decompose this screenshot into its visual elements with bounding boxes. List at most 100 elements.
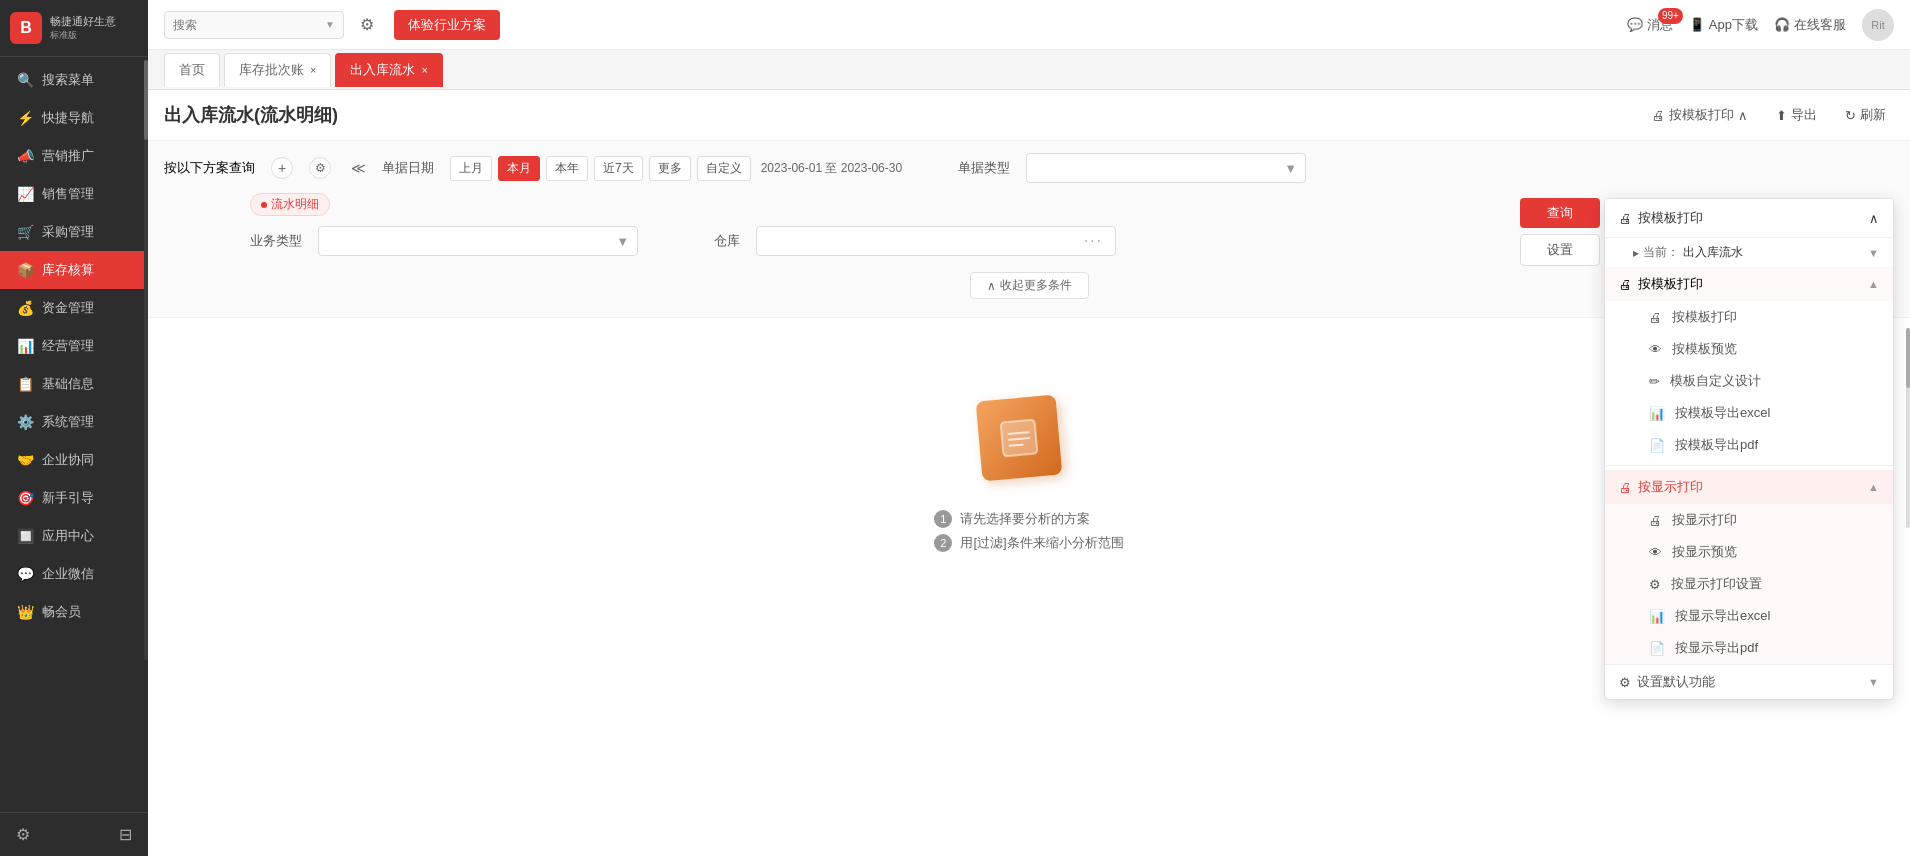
template-print-section[interactable]: 🖨 按模板打印 ▲ xyxy=(1605,267,1893,301)
set-default-icon: ⚙ xyxy=(1619,675,1631,690)
date-btn-last-month[interactable]: 上月 xyxy=(450,156,492,181)
tab-batch-account[interactable]: 库存批次账 × xyxy=(224,53,331,87)
current-badge-icon: ▸ xyxy=(1633,246,1639,260)
date-btn-this-year[interactable]: 本年 xyxy=(546,156,588,181)
sidebar-logo-info: 畅捷通好生意 标准版 xyxy=(50,14,116,42)
sidebar-item-operation[interactable]: 📊 经营管理 xyxy=(0,327,148,365)
print-action-btn[interactable]: 🖨 按模板打印 ∧ xyxy=(1644,102,1756,128)
settings-icon[interactable]: ⚙ xyxy=(16,825,30,844)
collapse-button[interactable]: ∧ 收起更多条件 xyxy=(970,272,1089,299)
empty-icon-container xyxy=(979,398,1079,498)
template-preview-item[interactable]: 👁 按模板预览 xyxy=(1605,333,1893,365)
sidebar-item-enterprise[interactable]: 🤝 企业协同 xyxy=(0,441,148,479)
display-print-section[interactable]: 🖨 按显示打印 ▲ xyxy=(1605,470,1893,504)
trial-button[interactable]: 体验行业方案 xyxy=(394,10,500,40)
refresh-action-btn[interactable]: ↻ 刷新 xyxy=(1837,102,1894,128)
doc-type-select[interactable]: ▼ xyxy=(1026,153,1306,183)
sidebar-item-marketing[interactable]: 📣 营销推广 xyxy=(0,137,148,175)
sidebar-item-inventory[interactable]: 📦 库存核算 xyxy=(0,251,148,289)
header-gear-icon[interactable]: ⚙ xyxy=(360,15,374,34)
sidebar-item-system[interactable]: ⚙️ 系统管理 xyxy=(0,403,148,441)
user-avatar[interactable]: Rit xyxy=(1862,9,1894,41)
template-design-item[interactable]: ✏ 模板自定义设计 xyxy=(1605,365,1893,397)
search-dropdown-icon: ▼ xyxy=(325,19,335,30)
date-filter-label: 单据日期 xyxy=(382,159,434,177)
filter-active-tag[interactable]: 流水明细 xyxy=(250,193,330,216)
display-print-item[interactable]: 🖨 按显示打印 xyxy=(1605,504,1893,536)
sidebar-item-app-center[interactable]: 🔲 应用中心 xyxy=(0,517,148,555)
set-default-row[interactable]: ⚙ 设置默认功能 ▼ xyxy=(1605,664,1893,699)
filter-setting-button[interactable]: ⚙ xyxy=(309,157,331,179)
biz-type-select[interactable]: ▼ xyxy=(318,226,638,256)
enterprise-wechat-icon: 💬 xyxy=(16,565,34,583)
date-btn-more[interactable]: 更多 xyxy=(649,156,691,181)
query-button[interactable]: 查询 xyxy=(1520,198,1600,228)
sidebar-item-member[interactable]: 👑 畅会员 xyxy=(0,593,148,631)
export-label: 导出 xyxy=(1791,106,1817,124)
hint-2-num: 2 xyxy=(934,534,952,552)
filter-collapse-button[interactable]: ≪ xyxy=(351,160,366,176)
sidebar-item-basic[interactable]: 📋 基础信息 xyxy=(0,365,148,403)
tab-flow[interactable]: 出入库流水 × xyxy=(335,53,442,87)
sidebar-item-quick-nav[interactable]: ⚡ 快捷导航 xyxy=(0,99,148,137)
sidebar-item-finance[interactable]: 💰 资金管理 xyxy=(0,289,148,327)
print-icon: 🖨 xyxy=(1652,108,1665,123)
header-right: 💬 消息 99+ 📱 App下载 🎧 在线客服 Rit xyxy=(1627,9,1894,41)
page-content: 出入库流水(流水明细) 🖨 按模板打印 ∧ ⬆ 导出 ↻ 刷新 xyxy=(148,90,1910,856)
template-pdf-item[interactable]: 📄 按模板导出pdf xyxy=(1605,429,1893,461)
display-settings-item[interactable]: ⚙ 按显示打印设置 xyxy=(1605,568,1893,600)
display-settings-label: 按显示打印设置 xyxy=(1671,575,1762,593)
sidebar-item-purchase[interactable]: 🛒 采购管理 xyxy=(0,213,148,251)
sidebar-item-search[interactable]: 🔍 搜索菜单 xyxy=(0,61,148,99)
display-preview-item[interactable]: 👁 按显示预览 xyxy=(1605,536,1893,568)
setting-button[interactable]: 设置 xyxy=(1520,234,1600,266)
date-btn-custom[interactable]: 自定义 xyxy=(697,156,751,181)
sidebar-scrollbar-thumb[interactable] xyxy=(144,60,148,140)
export-action-btn[interactable]: ⬆ 导出 xyxy=(1768,102,1825,128)
collapse-sidebar-icon[interactable]: ⊟ xyxy=(119,825,132,844)
template-preview-icon: 👁 xyxy=(1649,342,1662,357)
app-download-label: App下载 xyxy=(1709,16,1758,34)
template-excel-item[interactable]: 📊 按模板导出excel xyxy=(1605,397,1893,429)
sidebar-item-guide[interactable]: 🎯 新手引导 xyxy=(0,479,148,517)
tab-home[interactable]: 首页 xyxy=(164,53,220,87)
query-btn-area: 查询 设置 xyxy=(1520,198,1600,266)
dropdown-divider xyxy=(1605,465,1893,466)
right-edge-thumb[interactable] xyxy=(1906,328,1910,388)
header-search-box[interactable]: ▼ xyxy=(164,11,344,39)
current-value-text: 出入库流水 xyxy=(1683,244,1743,261)
display-pdf-item[interactable]: 📄 按显示导出pdf xyxy=(1605,632,1893,664)
dropdown-collapse-icon[interactable]: ∧ xyxy=(1869,211,1879,226)
template-design-label: 模板自定义设计 xyxy=(1670,372,1761,390)
template-print-item-icon: 🖨 xyxy=(1649,310,1662,325)
right-edge-scrollbar[interactable] xyxy=(1906,328,1910,528)
sidebar-item-label: 库存核算 xyxy=(42,261,94,279)
sidebar-item-sales[interactable]: 📈 销售管理 xyxy=(0,175,148,213)
display-preview-label: 按显示预览 xyxy=(1672,543,1737,561)
online-service-item[interactable]: 🎧 在线客服 xyxy=(1774,16,1846,34)
display-preview-icon: 👁 xyxy=(1649,545,1662,560)
message-item[interactable]: 💬 消息 99+ xyxy=(1627,16,1673,34)
app-download-item[interactable]: 📱 App下载 xyxy=(1689,16,1758,34)
sales-icon: 📈 xyxy=(16,185,34,203)
display-print-item-label: 按显示打印 xyxy=(1672,511,1737,529)
sidebar-item-enterprise-wechat[interactable]: 💬 企业微信 xyxy=(0,555,148,593)
warehouse-more-icon[interactable]: ··· xyxy=(1080,232,1107,250)
filter-add-button[interactable]: + xyxy=(271,157,293,179)
header-search-input[interactable] xyxy=(173,18,325,32)
display-excel-item[interactable]: 📊 按显示导出excel xyxy=(1605,600,1893,632)
tab-batch-account-close[interactable]: × xyxy=(310,64,316,76)
tab-flow-close[interactable]: × xyxy=(421,64,427,76)
empty-hints: 1 请先选择要分析的方案 2 用[过滤]条件来缩小分析范围 xyxy=(934,510,1123,552)
date-btn-this-month[interactable]: 本月 xyxy=(498,156,540,181)
filter-tag-label: 流水明细 xyxy=(271,196,319,213)
current-label-text: 当前： xyxy=(1643,244,1679,261)
display-settings-icon: ⚙ xyxy=(1649,577,1661,592)
date-btn-7days[interactable]: 近7天 xyxy=(594,156,643,181)
refresh-label: 刷新 xyxy=(1860,106,1886,124)
warehouse-select[interactable]: ··· xyxy=(756,226,1116,256)
sidebar-logo: B 畅捷通好生意 标准版 xyxy=(0,0,148,57)
template-print-item[interactable]: 🖨 按模板打印 xyxy=(1605,301,1893,333)
filter-tag-dot xyxy=(261,202,267,208)
template-print-label: 按模板打印 xyxy=(1638,275,1703,293)
